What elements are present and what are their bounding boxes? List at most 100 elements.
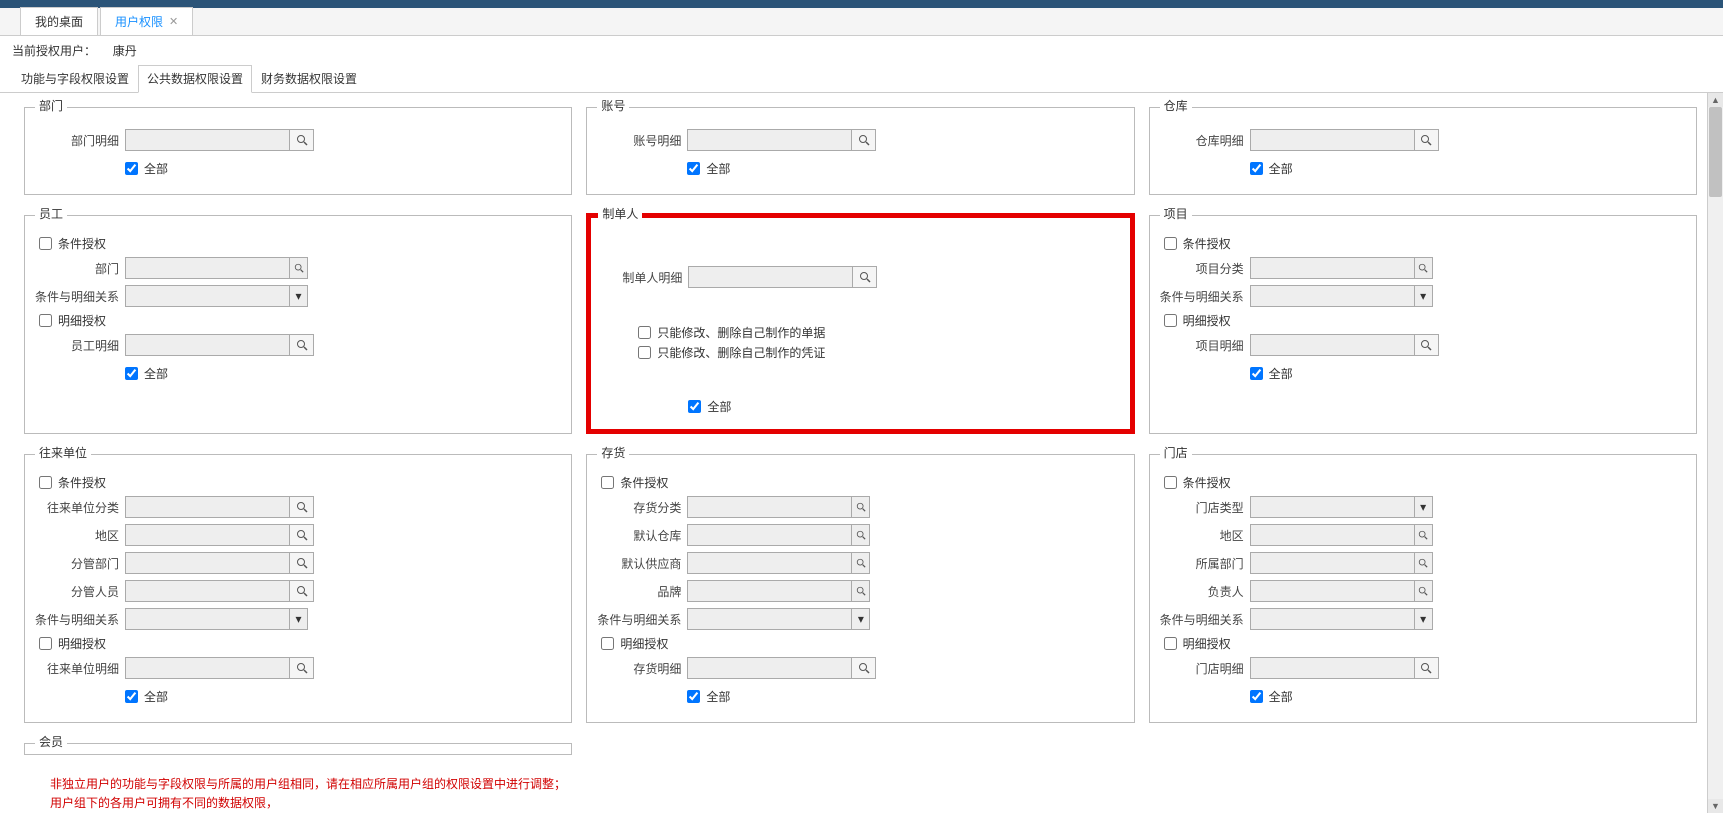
- input-inv-brand[interactable]: [688, 581, 851, 601]
- checkbox-inv-detail-auth[interactable]: [601, 637, 614, 650]
- lookup-icon[interactable]: [851, 658, 875, 678]
- input-inv-defsup[interactable]: [688, 553, 851, 573]
- lookup-icon[interactable]: [1414, 130, 1438, 150]
- lookup-icon[interactable]: [289, 581, 313, 601]
- scroll-down-icon[interactable]: ▼: [1708, 799, 1723, 813]
- input-emp-detail[interactable]: [126, 335, 289, 355]
- label-inv-defsup: 默认供应商: [597, 555, 687, 572]
- combo-store-belong: [1250, 552, 1433, 574]
- chevron-down-icon[interactable]: ▾: [1414, 497, 1432, 517]
- lookup-icon[interactable]: [851, 525, 869, 545]
- lookup-icon[interactable]: [289, 525, 313, 545]
- checkbox-partner-cond-auth[interactable]: [39, 476, 52, 489]
- lookup-icon[interactable]: [289, 258, 307, 278]
- input-proj-cond-rel[interactable]: [1251, 286, 1414, 306]
- chevron-down-icon[interactable]: ▾: [1414, 286, 1432, 306]
- subtab-finance-data[interactable]: 财务数据权限设置: [252, 65, 366, 92]
- checkbox-store-detail-auth[interactable]: [1164, 637, 1177, 650]
- input-inv-cat[interactable]: [688, 497, 851, 517]
- input-partner-person[interactable]: [126, 581, 289, 601]
- subtab-public-data[interactable]: 公共数据权限设置: [138, 65, 252, 93]
- combo-inv-defwh: [687, 524, 870, 546]
- tab-user-perm[interactable]: 用户权限 ✕: [100, 7, 193, 35]
- input-store-owner[interactable]: [1251, 581, 1414, 601]
- input-partner-area[interactable]: [126, 525, 289, 545]
- label-all: 全部: [144, 160, 168, 177]
- lookup-icon[interactable]: [851, 581, 869, 601]
- checkbox-only-voucher[interactable]: [638, 346, 651, 359]
- input-account-detail[interactable]: [688, 130, 851, 150]
- scroll-up-icon[interactable]: ▲: [1708, 93, 1723, 107]
- lookup-icon[interactable]: [851, 497, 869, 517]
- input-store-area[interactable]: [1251, 525, 1414, 545]
- input-inv-defwh[interactable]: [688, 525, 851, 545]
- lookup-icon[interactable]: [289, 497, 313, 517]
- checkbox-emp-cond-auth[interactable]: [39, 237, 52, 250]
- input-emp-cond-rel[interactable]: [126, 286, 289, 306]
- input-emp-dept[interactable]: [126, 258, 289, 278]
- tab-desktop[interactable]: 我的桌面: [20, 7, 98, 35]
- checkbox-maker-all[interactable]: [688, 400, 701, 413]
- current-user-name: 康丹: [113, 44, 137, 58]
- label-store-owner: 负责人: [1160, 583, 1250, 600]
- lookup-icon[interactable]: [289, 130, 313, 150]
- input-inv-detail[interactable]: [688, 658, 851, 678]
- label-partner-area: 地区: [35, 527, 125, 544]
- input-partner-detail[interactable]: [126, 658, 289, 678]
- picker-warehouse-detail: [1250, 129, 1439, 151]
- lookup-icon[interactable]: [289, 335, 313, 355]
- lookup-icon[interactable]: [1414, 525, 1432, 545]
- checkbox-dept-all[interactable]: [125, 162, 138, 175]
- input-warehouse-detail[interactable]: [1251, 130, 1414, 150]
- lookup-icon[interactable]: [1414, 335, 1438, 355]
- lookup-icon[interactable]: [851, 553, 869, 573]
- chevron-down-icon[interactable]: ▾: [289, 286, 307, 306]
- input-proj-detail[interactable]: [1251, 335, 1414, 355]
- lookup-icon[interactable]: [1414, 581, 1432, 601]
- subtab-func[interactable]: 功能与字段权限设置: [12, 65, 138, 92]
- checkbox-proj-detail-auth[interactable]: [1164, 314, 1177, 327]
- chevron-down-icon[interactable]: ▾: [851, 609, 869, 629]
- checkbox-store-all[interactable]: [1250, 690, 1263, 703]
- checkbox-partner-detail-auth[interactable]: [39, 637, 52, 650]
- checkbox-inv-all[interactable]: [687, 690, 700, 703]
- input-partner-cond-rel[interactable]: [126, 609, 289, 629]
- input-store-belong[interactable]: [1251, 553, 1414, 573]
- checkbox-account-all[interactable]: [687, 162, 700, 175]
- close-icon[interactable]: ✕: [169, 15, 178, 28]
- checkbox-emp-detail-auth[interactable]: [39, 314, 52, 327]
- label-detail-auth: 明细授权: [620, 635, 668, 652]
- vertical-scrollbar[interactable]: ▲ ▼: [1707, 93, 1723, 813]
- checkbox-only-bill[interactable]: [638, 326, 651, 339]
- checkbox-inv-cond-auth[interactable]: [601, 476, 614, 489]
- input-store-detail[interactable]: [1251, 658, 1414, 678]
- label-inv-brand: 品牌: [597, 583, 687, 600]
- group-warehouse: 仓库 仓库明细 全部: [1149, 99, 1697, 195]
- scroll-thumb[interactable]: [1709, 107, 1722, 197]
- lookup-icon[interactable]: [1414, 258, 1432, 278]
- input-store-cond-rel[interactable]: [1251, 609, 1414, 629]
- checkbox-partner-all[interactable]: [125, 690, 138, 703]
- lookup-icon[interactable]: [1414, 658, 1438, 678]
- checkbox-warehouse-all[interactable]: [1250, 162, 1263, 175]
- chevron-down-icon[interactable]: ▾: [289, 609, 307, 629]
- input-maker-detail[interactable]: [689, 267, 852, 287]
- input-partner-cat[interactable]: [126, 497, 289, 517]
- checkbox-store-cond-auth[interactable]: [1164, 476, 1177, 489]
- content-area: 部门 部门明细 全部 账号 账号明细 全部 仓库 仓库明细: [0, 93, 1707, 813]
- checkbox-proj-all[interactable]: [1250, 367, 1263, 380]
- chevron-down-icon[interactable]: ▾: [1414, 609, 1432, 629]
- label-store-belong: 所属部门: [1160, 555, 1250, 572]
- input-store-type[interactable]: [1251, 497, 1414, 517]
- checkbox-proj-cond-auth[interactable]: [1164, 237, 1177, 250]
- input-dept-detail[interactable]: [126, 130, 289, 150]
- lookup-icon[interactable]: [289, 658, 313, 678]
- input-inv-cond-rel[interactable]: [688, 609, 851, 629]
- lookup-icon[interactable]: [851, 130, 875, 150]
- lookup-icon[interactable]: [1414, 553, 1432, 573]
- checkbox-emp-all[interactable]: [125, 367, 138, 380]
- lookup-icon[interactable]: [289, 553, 313, 573]
- input-partner-branch[interactable]: [126, 553, 289, 573]
- input-proj-cat[interactable]: [1251, 258, 1414, 278]
- lookup-icon[interactable]: [852, 267, 876, 287]
